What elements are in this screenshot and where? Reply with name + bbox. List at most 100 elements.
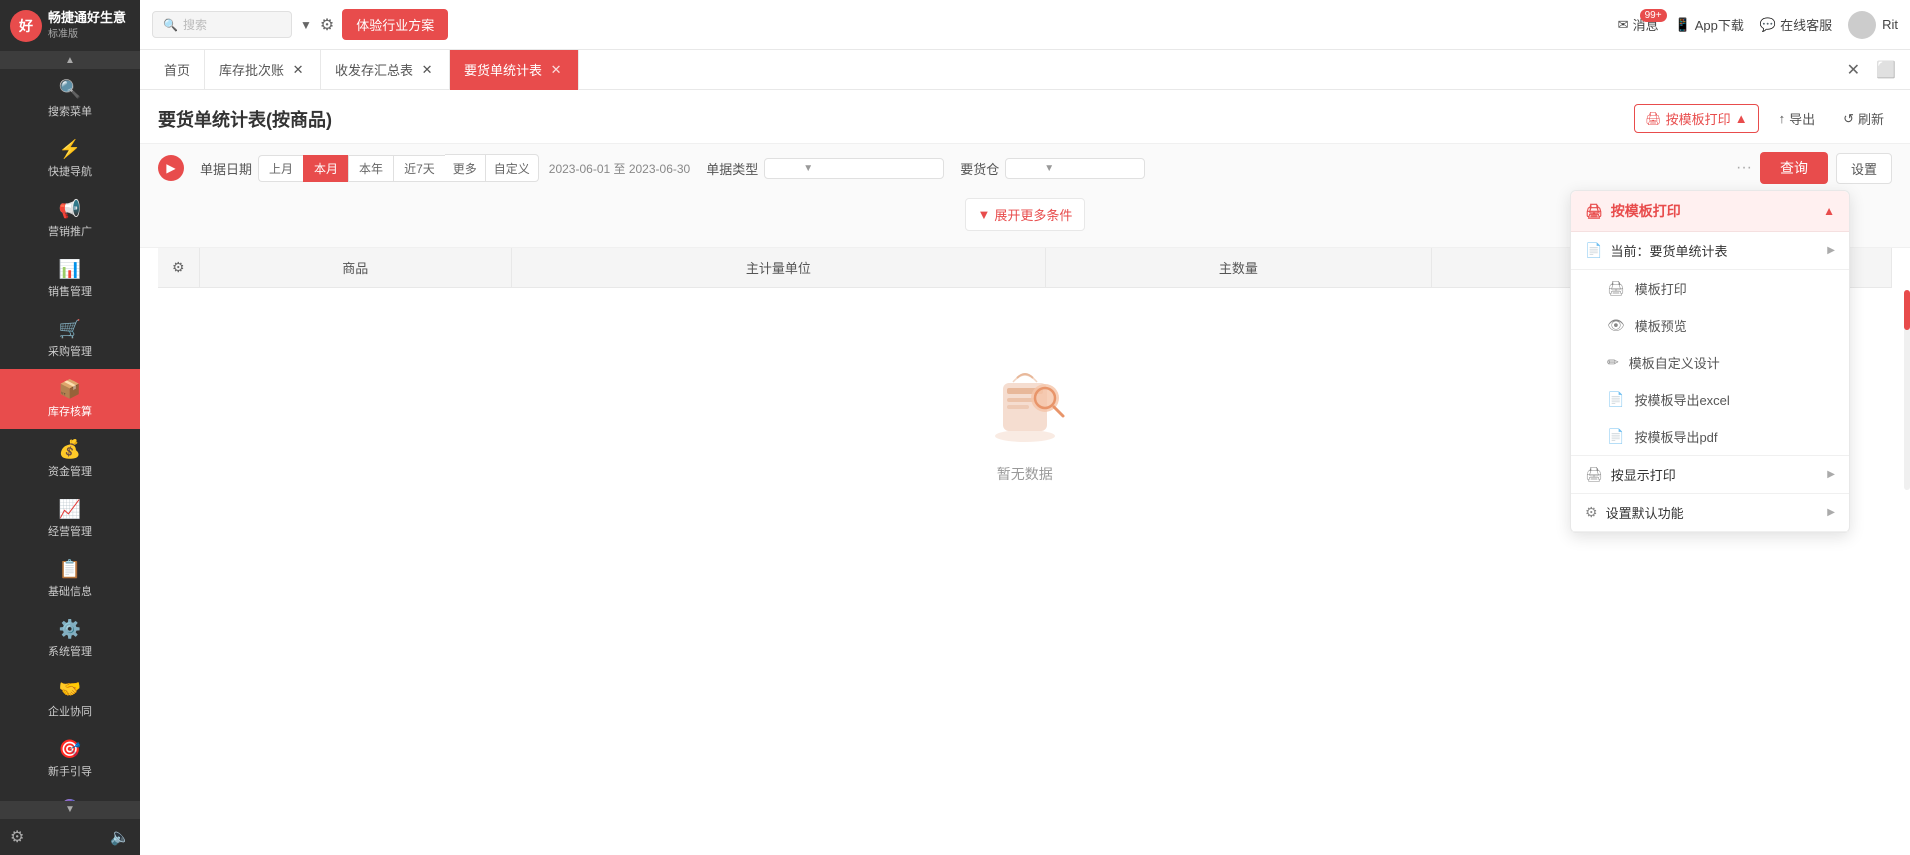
sidebar-item-quick-nav[interactable]: ⚡ 快捷导航 — [0, 129, 140, 189]
sidebar-item-app[interactable]: 🔮 应用中心 — [0, 789, 140, 801]
sidebar-scroll-up[interactable]: ▲ — [0, 52, 140, 69]
export-btn[interactable]: ↑ 导出 — [1771, 105, 1824, 132]
template-custom-item-label: 模板自定义设计 — [1629, 353, 1720, 372]
logo-title: 畅捷通好生意 — [48, 9, 126, 27]
type-filter-select[interactable]: ▼ — [764, 158, 944, 179]
date-filter-field: 单据日期 上月 本月 本年 近7天 更多 自定义 2023-06-01 至 20… — [200, 154, 690, 182]
inventory-icon: 📦 — [59, 379, 81, 400]
sidebar-item-finance[interactable]: 💰 资金管理 — [0, 429, 140, 489]
guide-icon: 🎯 — [59, 739, 81, 760]
topbar-user[interactable]: Rit — [1848, 11, 1898, 39]
empty-state-text: 暂无数据 — [997, 464, 1053, 484]
dropdown-header: 🖨 按模板打印 ▲ — [1571, 191, 1849, 232]
tab-receipt-summary[interactable]: 收发存汇总表 ✕ — [321, 50, 450, 90]
tab-order-stats-close[interactable]: ✕ — [548, 62, 564, 78]
tab-home[interactable]: 首页 — [150, 50, 205, 90]
topbar-dropdown-arrow[interactable]: ▼ — [300, 18, 312, 32]
logo-text: 畅捷通好生意 标准版 — [48, 9, 126, 41]
date-tab-this-month[interactable]: 本月 — [303, 155, 348, 182]
dropdown-item-template-preview[interactable]: 👁 模板预览 — [1571, 307, 1849, 344]
refresh-btn[interactable]: ↺ 刷新 — [1835, 105, 1892, 132]
template-pdf-item-icon: 📄 — [1607, 428, 1624, 445]
sidebar-item-sales[interactable]: 📊 销售管理 — [0, 249, 140, 309]
marketing-icon: 📢 — [59, 199, 81, 220]
corp-icon: 🤝 — [59, 679, 81, 700]
date-tab-more[interactable]: 更多 — [445, 154, 486, 182]
dropdown-current-header[interactable]: 📄 当前：要货单统计表 ▶ — [1571, 232, 1849, 269]
goods-filter-arrow: ▼ — [1044, 163, 1054, 174]
app-download-label: App下载 — [1695, 15, 1744, 34]
tab-receipt-summary-close[interactable]: ✕ — [419, 62, 435, 78]
sidebar-item-search[interactable]: 🔍 搜索菜单 — [0, 69, 140, 129]
col-settings: ⚙ — [158, 248, 199, 288]
dropdown-item-template-pdf[interactable]: 📄 按模板导出pdf — [1571, 418, 1849, 455]
sidebar-label-system: 系统管理 — [48, 643, 92, 659]
basic-icon: 📋 — [59, 559, 81, 580]
sidebar-label-operation: 经营管理 — [48, 523, 92, 539]
current-template-icon: 📄 — [1585, 242, 1602, 259]
print-dropdown-title: 按模板打印 — [1611, 201, 1681, 221]
table-settings-icon[interactable]: ⚙ — [172, 259, 185, 275]
sidebar-item-corp[interactable]: 🤝 企业协同 — [0, 669, 140, 729]
tab-inventory-batch[interactable]: 库存批次账 ✕ — [205, 50, 321, 90]
app-download-icon: 📱 — [1675, 17, 1691, 33]
dropdown-display-print-header[interactable]: 🖨 按显示打印 ▶ — [1571, 456, 1849, 493]
sidebar-item-basic[interactable]: 📋 基础信息 — [0, 549, 140, 609]
date-tab-prev-month[interactable]: 上月 — [258, 155, 303, 182]
online-service-icon: 💬 — [1760, 17, 1776, 33]
sidebar-label-basic: 基础信息 — [48, 583, 92, 599]
trial-btn[interactable]: 体验行业方案 — [342, 9, 448, 40]
dropdown-item-template-excel[interactable]: 📄 按模板导出excel — [1571, 381, 1849, 418]
query-btn[interactable]: 查询 — [1760, 152, 1828, 184]
template-excel-item-label: 按模板导出excel — [1634, 390, 1729, 409]
page-title: 要货单统计表(按商品) — [158, 106, 332, 132]
sidebar-item-purchase[interactable]: 🛒 采购管理 — [0, 309, 140, 369]
dropdown-current-label-group: 📄 当前：要货单统计表 — [1585, 241, 1727, 260]
set-btn[interactable]: 设置 — [1836, 153, 1892, 184]
sidebar-logo: 好 畅捷通好生意 标准版 — [0, 0, 140, 52]
dropdown-item-template-print[interactable]: 🖨 模板打印 — [1571, 270, 1849, 307]
scrollbar-thumb[interactable] — [1904, 290, 1910, 330]
sidebar-scroll-down[interactable]: ▼ — [0, 801, 140, 818]
topbar-message[interactable]: ✉ 消息 99+ — [1618, 15, 1659, 34]
topbar-gear-icon[interactable]: ⚙ — [320, 15, 334, 35]
dropdown-default-func-header[interactable]: ⚙ 设置默认功能 ▶ — [1571, 494, 1849, 531]
sidebar-item-system[interactable]: ⚙️ 系统管理 — [0, 609, 140, 669]
tab-order-stats[interactable]: 要货单统计表 ✕ — [450, 50, 579, 90]
audio-bottom-icon[interactable]: 🔈 — [110, 827, 130, 847]
sidebar-label-purchase: 采购管理 — [48, 343, 92, 359]
topbar-app-download[interactable]: 📱 App下载 — [1675, 15, 1744, 34]
settings-bottom-icon[interactable]: ⚙ — [10, 827, 24, 847]
dropdown-items-section: 🖨 模板打印 👁 模板预览 ✏ 模板自定义设计 📄 按模板导出excel 📄 — [1571, 270, 1849, 456]
sidebar-item-operation[interactable]: 📈 经营管理 — [0, 489, 140, 549]
tab-inventory-batch-close[interactable]: ✕ — [290, 62, 306, 78]
sidebar-item-guide[interactable]: 🎯 新手引导 — [0, 729, 140, 789]
topbar-online-service[interactable]: 💬 在线客服 — [1760, 15, 1832, 34]
export-icon: ↑ — [1779, 111, 1786, 126]
dropdown-collapse-arrow[interactable]: ▲ — [1823, 204, 1835, 218]
col-goods: 商品 — [199, 248, 511, 288]
tab-close-all-icon[interactable]: ✕ — [1843, 56, 1864, 84]
date-range-text: 2023-06-01 至 2023-06-30 — [549, 160, 690, 177]
dropdown-item-template-custom[interactable]: ✏ 模板自定义设计 — [1571, 344, 1849, 381]
date-tab-custom[interactable]: 自定义 — [486, 154, 539, 182]
tab-expand-icon[interactable]: ⬜ — [1872, 56, 1900, 84]
display-print-label: 按显示打印 — [1611, 465, 1676, 484]
sidebar-label-guide: 新手引导 — [48, 763, 92, 779]
filter-expand-icon[interactable]: ▶ — [158, 155, 184, 181]
sidebar-item-inventory[interactable]: 📦 库存核算 — [0, 369, 140, 429]
expand-more-btn[interactable]: ▼ 展开更多条件 — [965, 198, 1086, 231]
filter-more-dots[interactable]: ··· — [1736, 159, 1752, 177]
message-icon: ✉ — [1618, 17, 1629, 33]
topbar-right: ✉ 消息 99+ 📱 App下载 💬 在线客服 Rit — [1618, 11, 1898, 39]
date-tab-last7days[interactable]: 近7天 — [393, 155, 445, 182]
printer-icon: 🖨 — [1645, 111, 1662, 127]
dropdown-header-title-group: 🖨 按模板打印 — [1585, 201, 1681, 221]
dropdown-default-func-label-group: ⚙ 设置默认功能 — [1585, 503, 1684, 522]
goods-filter-select[interactable]: ▼ — [1005, 158, 1145, 179]
template-print-btn[interactable]: 🖨 按模板打印 ▲ — [1634, 104, 1758, 133]
topbar-search-box[interactable]: 🔍 搜索 — [152, 11, 292, 38]
date-tab-this-year[interactable]: 本年 — [348, 155, 393, 182]
date-filter-label: 单据日期 — [200, 159, 252, 178]
sidebar-item-marketing[interactable]: 📢 营销推广 — [0, 189, 140, 249]
